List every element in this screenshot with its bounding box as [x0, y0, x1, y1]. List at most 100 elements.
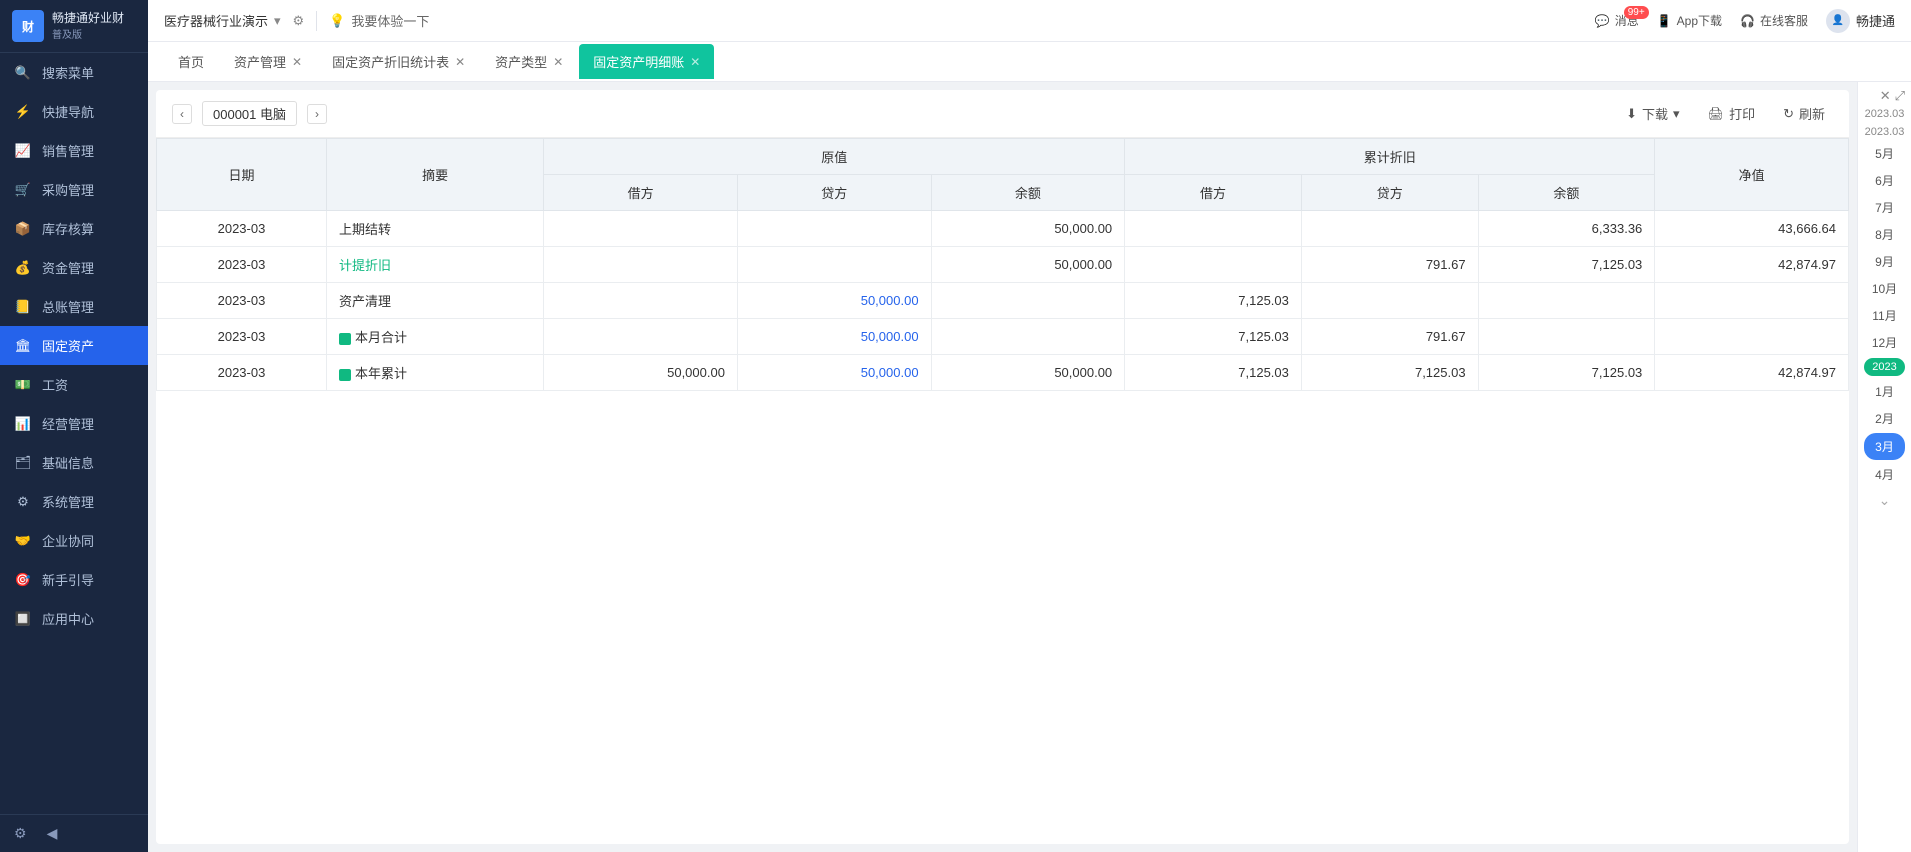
- sidebar-logo: 财 畅捷通好业财 普及版: [0, 0, 148, 53]
- tab-home[interactable]: 首页: [164, 44, 218, 79]
- support-action[interactable]: 🎧 在线客服: [1740, 12, 1808, 29]
- sidebar-item-label: 库存核算: [42, 219, 94, 238]
- sidebar-item-app-center[interactable]: 🔲 应用中心: [0, 599, 148, 638]
- timeline-close-icon[interactable]: ✕: [1880, 88, 1891, 104]
- sidebar-item-label: 资金管理: [42, 258, 94, 277]
- print-icon: 🖨: [1708, 106, 1725, 122]
- cell-orig-balance: [931, 319, 1125, 355]
- fixed-assets-icon: 🏛: [14, 337, 32, 355]
- timeline-month-2[interactable]: 2月: [1858, 405, 1911, 432]
- timeline-month-1[interactable]: 1月: [1858, 378, 1911, 405]
- sidebar-item-sales[interactable]: 📈 销售管理: [0, 131, 148, 170]
- cell-orig-balance: 50,000.00: [931, 211, 1125, 247]
- download-icon: 📱: [1657, 14, 1672, 28]
- tab-asset-type[interactable]: 资产类型 ✕: [481, 44, 577, 79]
- settings-gear-icon[interactable]: ⚙: [293, 13, 305, 29]
- cell-orig-debit: [544, 247, 738, 283]
- sidebar-item-label: 销售管理: [42, 141, 94, 160]
- operations-icon: 📊: [14, 415, 32, 433]
- print-btn[interactable]: 🖨 打印: [1700, 100, 1764, 127]
- orig-debit-header: 借方: [544, 175, 738, 211]
- sidebar-item-label: 基础信息: [42, 453, 94, 472]
- cell-date: 2023-03: [157, 319, 327, 355]
- cell-acc-balance: 7,125.03: [1478, 247, 1655, 283]
- sidebar-item-inventory[interactable]: 📦 库存核算: [0, 209, 148, 248]
- timeline-expand-icon[interactable]: ⤢: [1895, 88, 1905, 104]
- timeline-month-8[interactable]: 8月: [1858, 221, 1911, 248]
- cell-net-value: 42,874.97: [1655, 247, 1849, 283]
- collapse-icon[interactable]: ◀: [47, 825, 58, 842]
- tab-asset-mgmt-close[interactable]: ✕: [292, 55, 302, 69]
- salary-icon: 💵: [14, 376, 32, 394]
- tab-depreciation-stat-label: 固定资产折旧统计表: [332, 52, 449, 71]
- cell-orig-debit: [544, 319, 738, 355]
- sidebar-item-label: 搜索菜单: [42, 63, 94, 82]
- timeline-header: ✕ ⤢: [1858, 82, 1911, 104]
- tab-fixed-asset-detail[interactable]: 固定资产明细账 ✕: [579, 44, 714, 79]
- timeline-month-12[interactable]: 12月: [1858, 329, 1911, 356]
- download-arrow-icon: ▾: [1673, 106, 1680, 122]
- tab-asset-mgmt[interactable]: 资产管理 ✕: [220, 44, 316, 79]
- timeline-month-4[interactable]: 4月: [1858, 461, 1911, 488]
- cell-net-value: [1655, 319, 1849, 355]
- app-download-action[interactable]: 📱 App下载: [1657, 12, 1722, 29]
- cell-orig-credit: 50,000.00: [737, 283, 931, 319]
- sidebar-item-fixed-assets[interactable]: 🏛 固定资产: [0, 326, 148, 365]
- refresh-btn[interactable]: ↻ 刷新: [1775, 100, 1833, 127]
- experience-icon: 💡: [329, 13, 345, 29]
- download-btn[interactable]: ⬇ 下载 ▾: [1618, 100, 1687, 127]
- app-center-icon: 🔲: [14, 610, 32, 628]
- message-icon: 💬: [1595, 14, 1610, 28]
- messages-action[interactable]: 💬 消息 99+: [1595, 12, 1639, 29]
- timeline-year-badge[interactable]: 2023: [1864, 358, 1905, 376]
- sidebar-item-guide[interactable]: 🎯 新手引导: [0, 560, 148, 599]
- cell-acc-debit: 7,125.03: [1125, 355, 1302, 391]
- tab-fixed-asset-detail-close[interactable]: ✕: [690, 55, 700, 69]
- timeline-month-5[interactable]: 5月: [1858, 140, 1911, 167]
- cell-acc-credit: 791.67: [1301, 319, 1478, 355]
- timeline-month-6[interactable]: 6月: [1858, 167, 1911, 194]
- sidebar-item-search[interactable]: 🔍 搜索菜单: [0, 53, 148, 92]
- tab-asset-type-close[interactable]: ✕: [553, 55, 563, 69]
- cell-summary: 计提折旧: [326, 247, 543, 283]
- experience-btn[interactable]: 💡 我要体验一下: [329, 11, 429, 30]
- cell-acc-credit: [1301, 283, 1478, 319]
- timeline-month-7[interactable]: 7月: [1858, 194, 1911, 221]
- timeline-month-11[interactable]: 11月: [1858, 302, 1911, 329]
- timeline-month-3[interactable]: 3月: [1864, 433, 1905, 460]
- basic-info-icon: 🗂: [14, 454, 32, 472]
- timeline-month-10[interactable]: 10月: [1858, 275, 1911, 302]
- acc-debit-header: 借方: [1125, 175, 1302, 211]
- cell-acc-balance: 7,125.03: [1478, 355, 1655, 391]
- sidebar-item-salary[interactable]: 💵 工资: [0, 365, 148, 404]
- sidebar-item-operations[interactable]: 📊 经营管理: [0, 404, 148, 443]
- timeline-month-9[interactable]: 9月: [1858, 248, 1911, 275]
- table-row: 2023-03 资产清理 50,000.00 7,125.03: [157, 283, 1849, 319]
- sidebar-item-enterprise[interactable]: 🤝 企业协同: [0, 521, 148, 560]
- next-asset-btn[interactable]: ›: [307, 104, 327, 124]
- tab-depreciation-stat-close[interactable]: ✕: [455, 55, 465, 69]
- tab-depreciation-stat[interactable]: 固定资产折旧统计表 ✕: [318, 44, 479, 79]
- cell-date: 2023-03: [157, 355, 327, 391]
- cell-acc-balance: [1478, 283, 1655, 319]
- sidebar-item-funds[interactable]: 💰 资金管理: [0, 248, 148, 287]
- sidebar-item-label: 经营管理: [42, 414, 94, 433]
- sidebar-item-quick-nav[interactable]: ⚡ 快捷导航: [0, 92, 148, 131]
- cell-summary: 资产清理: [326, 283, 543, 319]
- refresh-label: 刷新: [1799, 104, 1825, 123]
- dropdown-arrow-icon[interactable]: ▾: [274, 13, 281, 29]
- acc-credit-header: 贷方: [1301, 175, 1478, 211]
- content-area: ‹ 000001 电脑 › ⬇ 下载 ▾ 🖨 打印 ↻ 刷新: [148, 82, 1911, 852]
- sidebar-item-system[interactable]: ⚙ 系统管理: [0, 482, 148, 521]
- inventory-icon: 📦: [14, 220, 32, 238]
- sidebar-item-label: 新手引导: [42, 570, 94, 589]
- prev-asset-btn[interactable]: ‹: [172, 104, 192, 124]
- sidebar-item-label: 总账管理: [42, 297, 94, 316]
- sidebar-item-purchase[interactable]: 🛒 采购管理: [0, 170, 148, 209]
- sidebar-item-ledger[interactable]: 📒 总账管理: [0, 287, 148, 326]
- timeline-down-arrow[interactable]: ⌄: [1858, 488, 1911, 513]
- detail-table: 日期 摘要 原值 累计折旧 净值 借方 贷方 余额 借方 贷方 余额: [156, 138, 1849, 391]
- settings-icon[interactable]: ⚙: [14, 825, 27, 842]
- tab-fixed-asset-detail-label: 固定资产明细账: [593, 52, 684, 71]
- sidebar-item-basic-info[interactable]: 🗂 基础信息: [0, 443, 148, 482]
